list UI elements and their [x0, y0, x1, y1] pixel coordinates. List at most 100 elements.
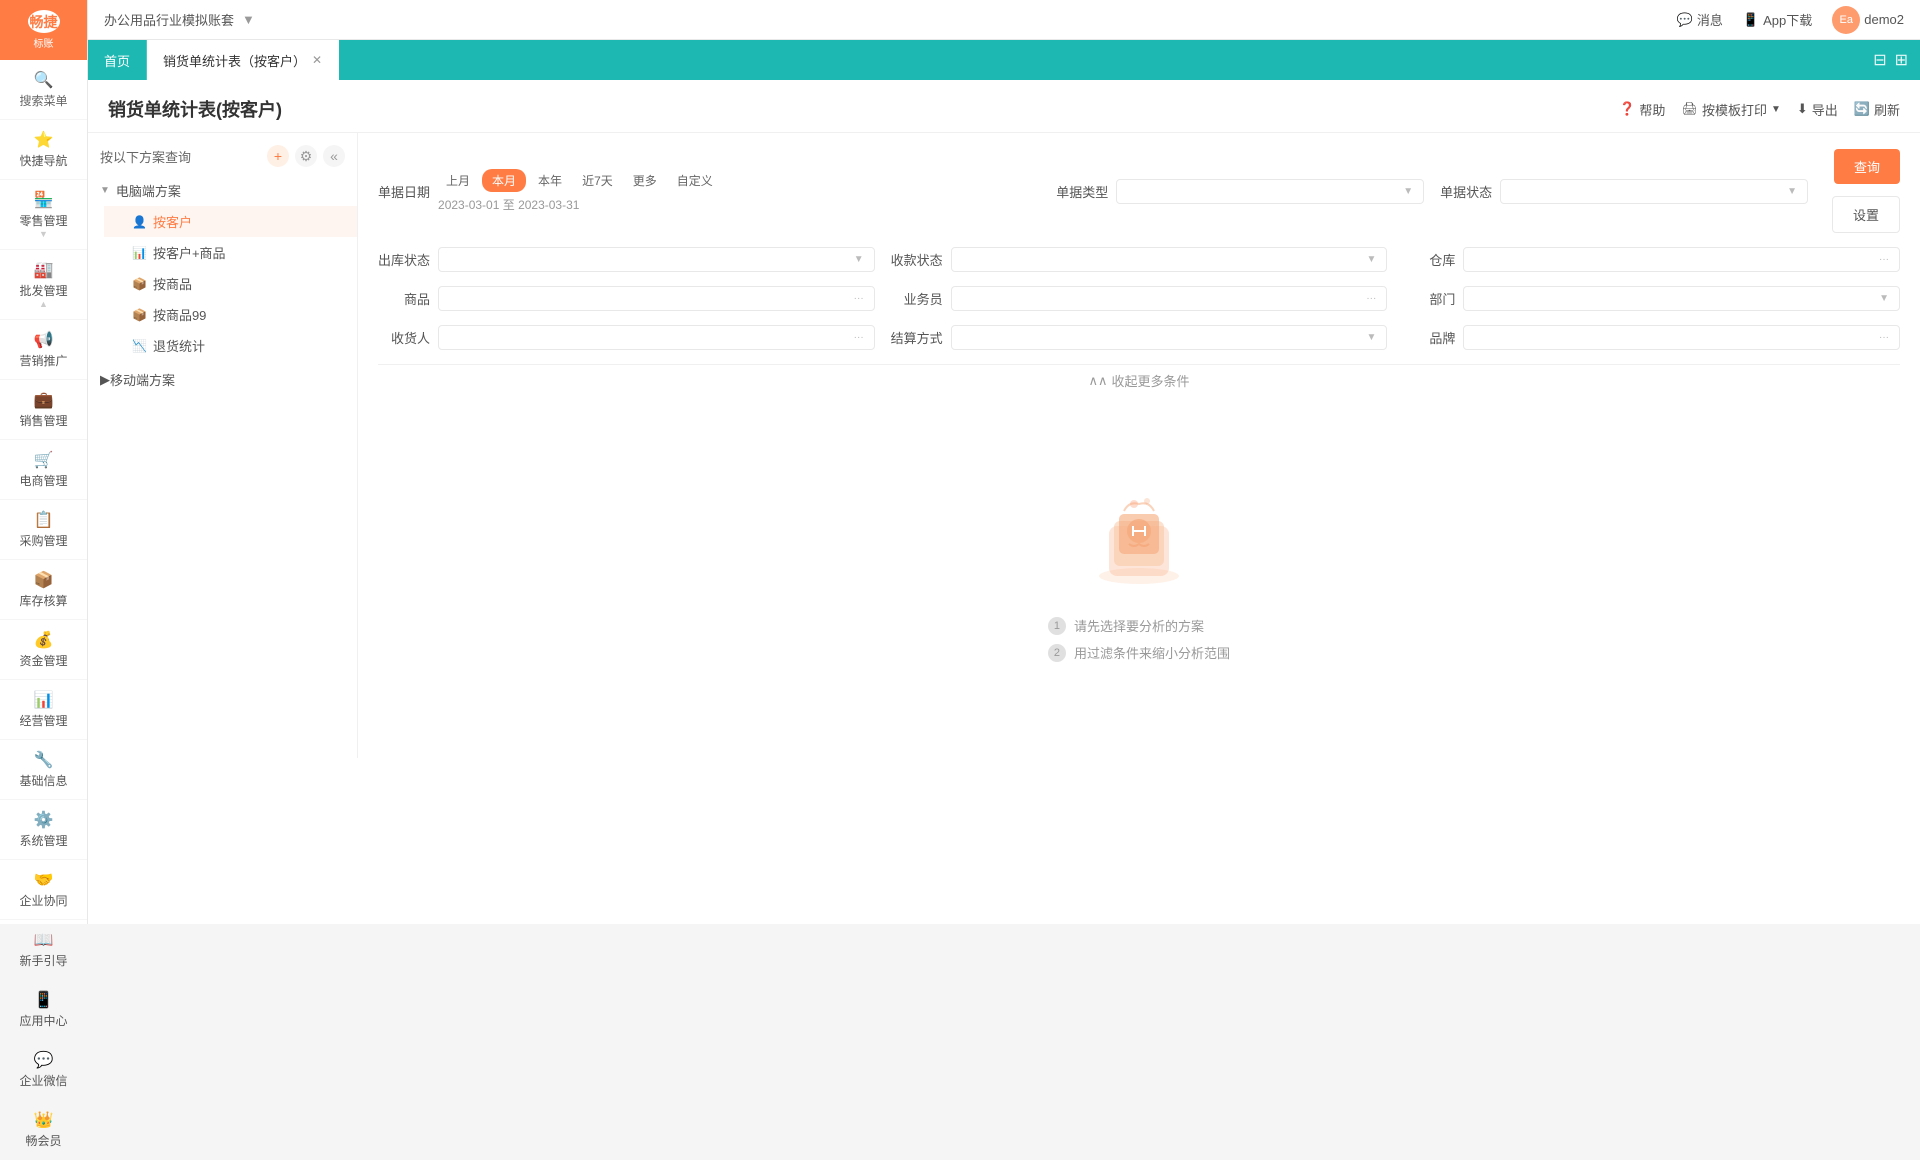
print-icon: 🖨 — [1681, 101, 1698, 117]
sidebar-item-guide-label: 新手引导 — [19, 952, 67, 969]
filter-actions: 查询 设置 — [1832, 149, 1900, 233]
help-label: 帮助 — [1639, 100, 1665, 119]
top-header: 办公用品行业模拟账套 ▼ 💬 消息 📱 App下载 Ea demo2 — [88, 0, 1920, 40]
sidebar-item-purchase[interactable]: 📋 采购管理 — [0, 500, 87, 560]
sidebar-item-purchase-label: 采购管理 — [19, 532, 67, 549]
collapse-up-icon: ∧∧ — [1088, 373, 1107, 389]
sidebar-item-apps[interactable]: 📱 应用中心 — [0, 980, 87, 1040]
sidebar-item-search-label: 搜索菜单 — [19, 92, 67, 109]
sidebar-item-finance[interactable]: 💰 资金管理 — [0, 620, 87, 680]
scheme-header: 按以下方案查询 + ⚙ « — [88, 145, 357, 175]
filter-dept: 部门 ▼ — [1403, 286, 1900, 311]
receipt-status-control[interactable]: ▼ — [951, 247, 1388, 272]
help-btn[interactable]: ❓ 帮助 — [1619, 100, 1665, 119]
app-download-btn[interactable]: 📱 App下载 — [1743, 10, 1812, 29]
warehouse-more-icon[interactable]: ··· — [1879, 254, 1889, 265]
scheme-item-by-goods-99[interactable]: 📦 按商品99 — [104, 299, 357, 330]
filter-row-2: 出库状态 ▼ 收款状态 ▼ 仓库 — [378, 247, 1900, 272]
receiver-control[interactable]: ··· — [438, 325, 875, 350]
page-content: 销货单统计表(按客户) ❓ 帮助 🖨 按模板打印 ▼ ⬇ 导出 🔄 刷新 — [88, 80, 1920, 924]
finance-icon: 💰 — [34, 630, 54, 650]
settlement-control[interactable]: ▼ — [951, 325, 1388, 350]
user-profile[interactable]: Ea demo2 — [1832, 6, 1904, 34]
logo-sub-text: 标账 — [34, 35, 54, 50]
sidebar-item-operation-label: 经营管理 — [19, 712, 67, 729]
app-title: 办公用品行业模拟账套 — [104, 10, 234, 29]
warehouse-control[interactable]: ··· — [1463, 247, 1900, 272]
scheme-add-btn[interactable]: + — [267, 145, 289, 167]
query-button[interactable]: 查询 — [1834, 149, 1900, 184]
date-tab-this-year[interactable]: 本年 — [530, 169, 570, 192]
message-btn[interactable]: 💬 消息 — [1677, 10, 1723, 29]
sidebar-item-quick-nav[interactable]: ⭐ 快捷导航 — [0, 120, 87, 180]
template-print-label: 按模板打印 — [1702, 100, 1767, 119]
sidebar-item-coop-label: 企业协同 — [19, 892, 67, 909]
sidebar-item-inventory[interactable]: 📦 库存核算 — [0, 560, 87, 620]
collapse-icon: « — [330, 148, 338, 164]
collapse-bar[interactable]: ∧∧ 收起更多条件 — [378, 364, 1900, 396]
scheme-settings-btn[interactable]: ⚙ — [295, 145, 317, 167]
help-icon: ❓ — [1619, 101, 1635, 117]
sidebar-item-operation[interactable]: 📊 经营管理 — [0, 680, 87, 740]
receiver-more-icon[interactable]: ··· — [854, 332, 864, 343]
scheme-item-by-customer-goods[interactable]: 📊 按客户+商品 — [104, 237, 357, 268]
search-icon: 🔍 — [34, 70, 54, 90]
date-tab-last-month[interactable]: 上月 — [438, 169, 478, 192]
header-right: 💬 消息 📱 App下载 Ea demo2 — [1677, 6, 1904, 34]
sidebar-item-coop[interactable]: 🤝 企业协同 — [0, 860, 87, 920]
dept-control[interactable]: ▼ — [1463, 286, 1900, 311]
sidebar-item-wholesale[interactable]: 🏭 批发管理 ▲ — [0, 250, 87, 320]
refresh-btn[interactable]: 🔄 刷新 — [1854, 100, 1900, 119]
filter-doc-status: 单据状态 ▼ — [1440, 179, 1808, 204]
date-tab-this-month[interactable]: 本月 — [482, 169, 526, 192]
tab-home[interactable]: 首页 — [88, 40, 147, 80]
export-btn[interactable]: ⬇ 导出 — [1797, 100, 1838, 119]
doc-status-control[interactable]: ▼ — [1500, 179, 1808, 204]
sidebar-item-wechat[interactable]: 💬 企业微信 — [0, 1040, 87, 1100]
tab-maximize-icon[interactable]: ⊞ — [1895, 50, 1908, 70]
brand-control[interactable]: ··· — [1463, 325, 1900, 350]
scheme-item-return-stat[interactable]: 📉 退货统计 — [104, 330, 357, 361]
sidebar-item-sales[interactable]: 💼 销售管理 — [0, 380, 87, 440]
marketing-icon: 📢 — [34, 330, 54, 350]
out-status-control[interactable]: ▼ — [438, 247, 875, 272]
sidebar-item-retail[interactable]: 🏪 零售管理 ▼ — [0, 180, 87, 250]
salesperson-control[interactable]: ··· — [951, 286, 1388, 311]
doc-status-arrow-icon: ▼ — [1787, 186, 1797, 197]
doc-type-control[interactable]: ▼ — [1116, 179, 1424, 204]
system-icon: ⚙️ — [34, 810, 54, 830]
sidebar-item-marketing[interactable]: 📢 营销推广 — [0, 320, 87, 380]
scheme-item-by-goods-99-label: 按商品99 — [153, 305, 206, 324]
goods-control[interactable]: ··· — [438, 286, 875, 311]
sidebar-item-ecommerce[interactable]: 🛒 电商管理 — [0, 440, 87, 500]
scheme-mobile-header[interactable]: ▶ 移动端方案 — [88, 365, 357, 394]
scheme-collapse-btn[interactable]: « — [323, 145, 345, 167]
scheme-desktop-header[interactable]: ▼ 电脑端方案 — [88, 175, 357, 206]
scheme-item-by-customer-goods-label: 按客户+商品 — [153, 243, 226, 262]
date-tab-custom[interactable]: 自定义 — [669, 169, 721, 192]
brand-more-icon[interactable]: ··· — [1879, 332, 1889, 343]
dropdown-arrow-icon[interactable]: ▼ — [242, 12, 255, 27]
sidebar-logo: 畅捷 标账 — [0, 0, 87, 60]
scheme-item-by-goods[interactable]: 📦 按商品 — [104, 268, 357, 299]
salesperson-more-icon[interactable]: ··· — [1366, 293, 1376, 304]
app-download-label: App下载 — [1763, 10, 1812, 29]
tab-close-icon[interactable]: ✕ — [312, 53, 322, 67]
date-tab-more[interactable]: 更多 — [625, 169, 665, 192]
sidebar-item-basic[interactable]: 🔧 基础信息 — [0, 740, 87, 800]
date-tab-7days[interactable]: 近7天 — [574, 169, 621, 192]
sidebar-item-member[interactable]: 👑 畅会员 — [0, 1100, 87, 1160]
scheme-item-by-customer[interactable]: 👤 按客户 — [104, 206, 357, 237]
tab-sales-stat[interactable]: 销货单统计表（按客户） ✕ — [147, 40, 339, 80]
template-print-btn[interactable]: 🖨 按模板打印 ▼ — [1681, 100, 1780, 119]
sales-icon: 💼 — [34, 390, 54, 410]
sidebar-item-system[interactable]: ⚙️ 系统管理 — [0, 800, 87, 860]
goods-more-icon[interactable]: ··· — [854, 293, 864, 304]
filter-brand: 品牌 ··· — [1403, 325, 1900, 350]
sidebar-item-guide[interactable]: 📖 新手引导 — [0, 920, 87, 980]
receipt-status-arrow-icon: ▼ — [1366, 254, 1376, 265]
tab-minimize-icon[interactable]: ⊟ — [1873, 50, 1886, 70]
setting-button[interactable]: 设置 — [1832, 196, 1900, 233]
sidebar-item-search[interactable]: 🔍 搜索菜单 — [0, 60, 87, 120]
scheme-mobile-label: 移动端方案 — [110, 370, 175, 389]
